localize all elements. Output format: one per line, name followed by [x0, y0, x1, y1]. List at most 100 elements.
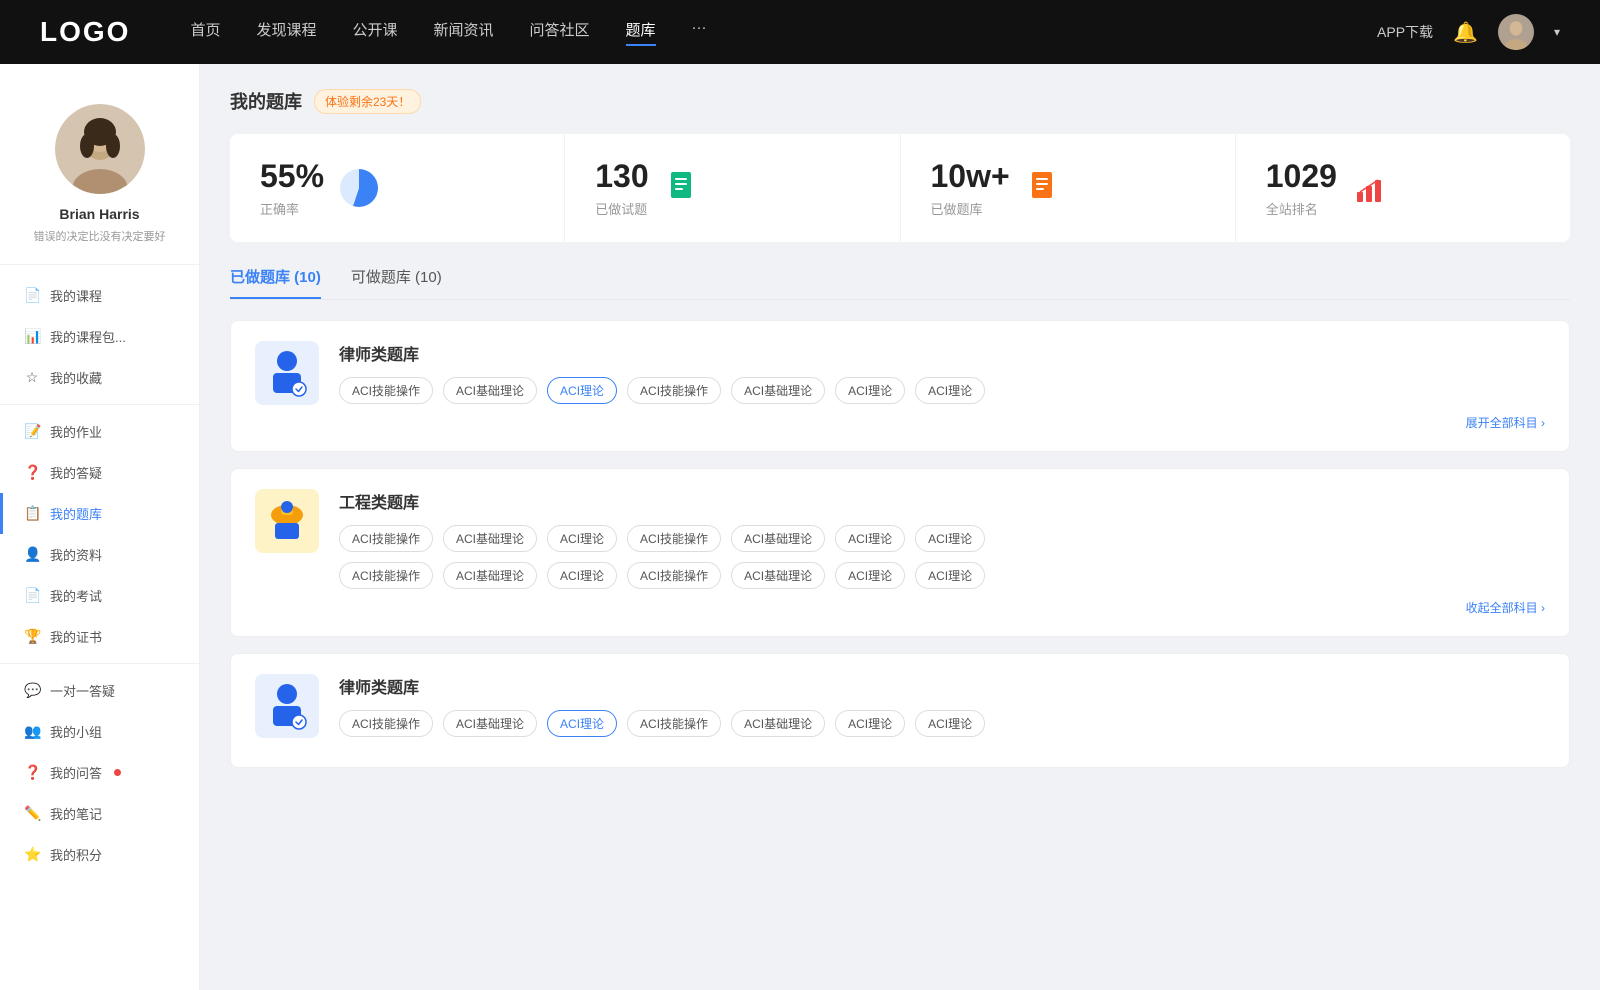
- sidebar-item-profile[interactable]: 👤 我的资料: [0, 534, 199, 575]
- tag[interactable]: ACI技能操作: [339, 377, 433, 404]
- tag[interactable]: ACI技能操作: [627, 710, 721, 737]
- nav-news[interactable]: 新闻资讯: [434, 19, 494, 46]
- logo[interactable]: LOGO: [40, 16, 130, 48]
- tags-row-2b: ACI技能操作 ACI基础理论 ACI理论 ACI技能操作 ACI基础理论 AC…: [339, 562, 1545, 589]
- sidebar-item-one-on-one[interactable]: 💬 一对一答疑: [0, 670, 199, 711]
- lawyer-icon-1: [255, 341, 319, 405]
- page-title: 我的题库: [230, 88, 302, 114]
- tag[interactable]: ACI理论: [915, 525, 985, 552]
- sidebar-item-group[interactable]: 👥 我的小组: [0, 711, 199, 752]
- tag[interactable]: ACI理论: [835, 562, 905, 589]
- stat-ranking: 1029 全站排名: [1236, 134, 1570, 242]
- tag[interactable]: ACI理论: [547, 562, 617, 589]
- avatar[interactable]: [1498, 14, 1534, 50]
- user-chevron[interactable]: ▾: [1554, 25, 1560, 39]
- sidebar-item-label: 我的课程包...: [50, 327, 126, 346]
- bank-body-2: 工程类题库 ACI技能操作 ACI基础理论 ACI理论 ACI技能操作 ACI基…: [339, 489, 1545, 616]
- tag[interactable]: ACI理论: [835, 710, 905, 737]
- tag[interactable]: ACI基础理论: [443, 525, 537, 552]
- sidebar-profile: Brian Harris 错误的决定比没有决定要好: [0, 84, 199, 265]
- notification-dot: [114, 769, 121, 776]
- tab-available[interactable]: 可做题库 (10): [351, 266, 442, 299]
- tag[interactable]: ACI技能操作: [339, 525, 433, 552]
- sidebar-item-label: 我的资料: [50, 545, 102, 564]
- sidebar-item-homework[interactable]: 📝 我的作业: [0, 411, 199, 452]
- user-avatar: [55, 104, 145, 194]
- tag[interactable]: ACI理论: [547, 525, 617, 552]
- sidebar-item-points[interactable]: ⭐ 我的积分: [0, 834, 199, 875]
- app-download-button[interactable]: APP下载: [1377, 22, 1433, 42]
- sidebar-item-favorites[interactable]: ☆ 我的收藏: [0, 357, 199, 398]
- tag-active[interactable]: ACI理论: [547, 710, 617, 737]
- page-layout: Brian Harris 错误的决定比没有决定要好 📄 我的课程 📊 我的课程包…: [0, 64, 1600, 990]
- navbar-right: APP下载 🔔 ▾: [1377, 14, 1560, 50]
- sidebar-item-my-qa[interactable]: ❓ 我的问答: [0, 752, 199, 793]
- sidebar-item-question-bank[interactable]: 📋 我的题库: [0, 493, 199, 534]
- sidebar-item-label: 我的答疑: [50, 463, 102, 482]
- tag[interactable]: ACI基础理论: [731, 562, 825, 589]
- sidebar-item-label: 我的问答: [50, 763, 102, 782]
- nav-more[interactable]: ···: [692, 19, 707, 46]
- sidebar-item-label: 我的收藏: [50, 368, 102, 387]
- sidebar-item-qa[interactable]: ❓ 我的答疑: [0, 452, 199, 493]
- tab-done[interactable]: 已做题库 (10): [230, 266, 321, 299]
- sidebar-item-course-packages[interactable]: 📊 我的课程包...: [0, 316, 199, 357]
- question-bank-icon: 📋: [24, 505, 40, 522]
- sidebar-item-certificate[interactable]: 🏆 我的证书: [0, 616, 199, 657]
- tags-row-1: ACI技能操作 ACI基础理论 ACI理论 ACI技能操作 ACI基础理论 AC…: [339, 377, 1545, 404]
- tag[interactable]: ACI理论: [835, 377, 905, 404]
- tag[interactable]: ACI基础理论: [731, 525, 825, 552]
- expand-link-1[interactable]: 展开全部科目 ›: [339, 414, 1545, 431]
- stat-questions-done: 130 已做试题: [565, 134, 900, 242]
- bank-name-3: 律师类题库: [339, 674, 1545, 698]
- nav-home[interactable]: 首页: [190, 19, 220, 46]
- favorites-icon: ☆: [24, 369, 40, 386]
- tag[interactable]: ACI基础理论: [731, 377, 825, 404]
- main-content: 我的题库 体验剩余23天！ 55% 正确率 130 已做试题: [200, 64, 1600, 990]
- nav-question-bank[interactable]: 题库: [626, 19, 656, 46]
- tag[interactable]: ACI理论: [835, 525, 905, 552]
- tag[interactable]: ACI理论: [915, 377, 985, 404]
- tag[interactable]: ACI基础理论: [443, 710, 537, 737]
- bank-card-inner-3: 律师类题库 ACI技能操作 ACI基础理论 ACI理论 ACI技能操作 ACI基…: [255, 674, 1545, 747]
- tag[interactable]: ACI技能操作: [339, 562, 433, 589]
- bank-name-1: 律师类题库: [339, 341, 1545, 365]
- sidebar-item-notes[interactable]: ✏️ 我的笔记: [0, 793, 199, 834]
- homework-icon: 📝: [24, 423, 40, 440]
- tag[interactable]: ACI技能操作: [627, 525, 721, 552]
- bank-card-lawyer-1: 律师类题库 ACI技能操作 ACI基础理论 ACI理论 ACI技能操作 ACI基…: [230, 320, 1570, 452]
- doc-orange-icon: [1026, 170, 1062, 206]
- collapse-link[interactable]: 收起全部科目 ›: [339, 599, 1545, 616]
- bank-body-1: 律师类题库 ACI技能操作 ACI基础理论 ACI理论 ACI技能操作 ACI基…: [339, 341, 1545, 431]
- sidebar-item-my-courses[interactable]: 📄 我的课程: [0, 275, 199, 316]
- stats-row: 55% 正确率 130 已做试题: [230, 134, 1570, 242]
- lawyer-icon-2: [255, 674, 319, 738]
- tag-active[interactable]: ACI理论: [547, 377, 617, 404]
- tag[interactable]: ACI基础理论: [443, 562, 537, 589]
- bank-body-3: 律师类题库 ACI技能操作 ACI基础理论 ACI理论 ACI技能操作 ACI基…: [339, 674, 1545, 747]
- nav-links: 首页 发现课程 公开课 新闻资讯 问答社区 题库 ···: [190, 19, 1377, 46]
- tags-row-3: ACI技能操作 ACI基础理论 ACI理论 ACI技能操作 ACI基础理论 AC…: [339, 710, 1545, 737]
- sidebar-item-label: 我的课程: [50, 286, 102, 305]
- stat-value-questions: 130 已做试题: [595, 158, 648, 218]
- sidebar-item-exam[interactable]: 📄 我的考试: [0, 575, 199, 616]
- tag[interactable]: ACI理论: [915, 562, 985, 589]
- bank-card-lawyer-2: 律师类题库 ACI技能操作 ACI基础理论 ACI理论 ACI技能操作 ACI基…: [230, 653, 1570, 768]
- tag[interactable]: ACI基础理论: [731, 710, 825, 737]
- tag[interactable]: ACI技能操作: [627, 562, 721, 589]
- engineer-icon: [255, 489, 319, 553]
- nav-qa[interactable]: 问答社区: [530, 19, 590, 46]
- bank-card-engineer: 工程类题库 ACI技能操作 ACI基础理论 ACI理论 ACI技能操作 ACI基…: [230, 468, 1570, 637]
- sidebar-item-label: 我的积分: [50, 845, 102, 864]
- stat-correct-rate: 55% 正确率: [230, 134, 565, 242]
- bank-card-inner-2: 工程类题库 ACI技能操作 ACI基础理论 ACI理论 ACI技能操作 ACI基…: [255, 489, 1545, 616]
- notes-icon: ✏️: [24, 805, 40, 822]
- bell-icon[interactable]: 🔔: [1453, 20, 1478, 45]
- nav-open-course[interactable]: 公开课: [352, 19, 397, 46]
- tag[interactable]: ACI技能操作: [627, 377, 721, 404]
- nav-discover[interactable]: 发现课程: [256, 19, 316, 46]
- tag[interactable]: ACI理论: [915, 710, 985, 737]
- tag[interactable]: ACI基础理论: [443, 377, 537, 404]
- tag[interactable]: ACI技能操作: [339, 710, 433, 737]
- qa-icon: ❓: [24, 464, 40, 481]
